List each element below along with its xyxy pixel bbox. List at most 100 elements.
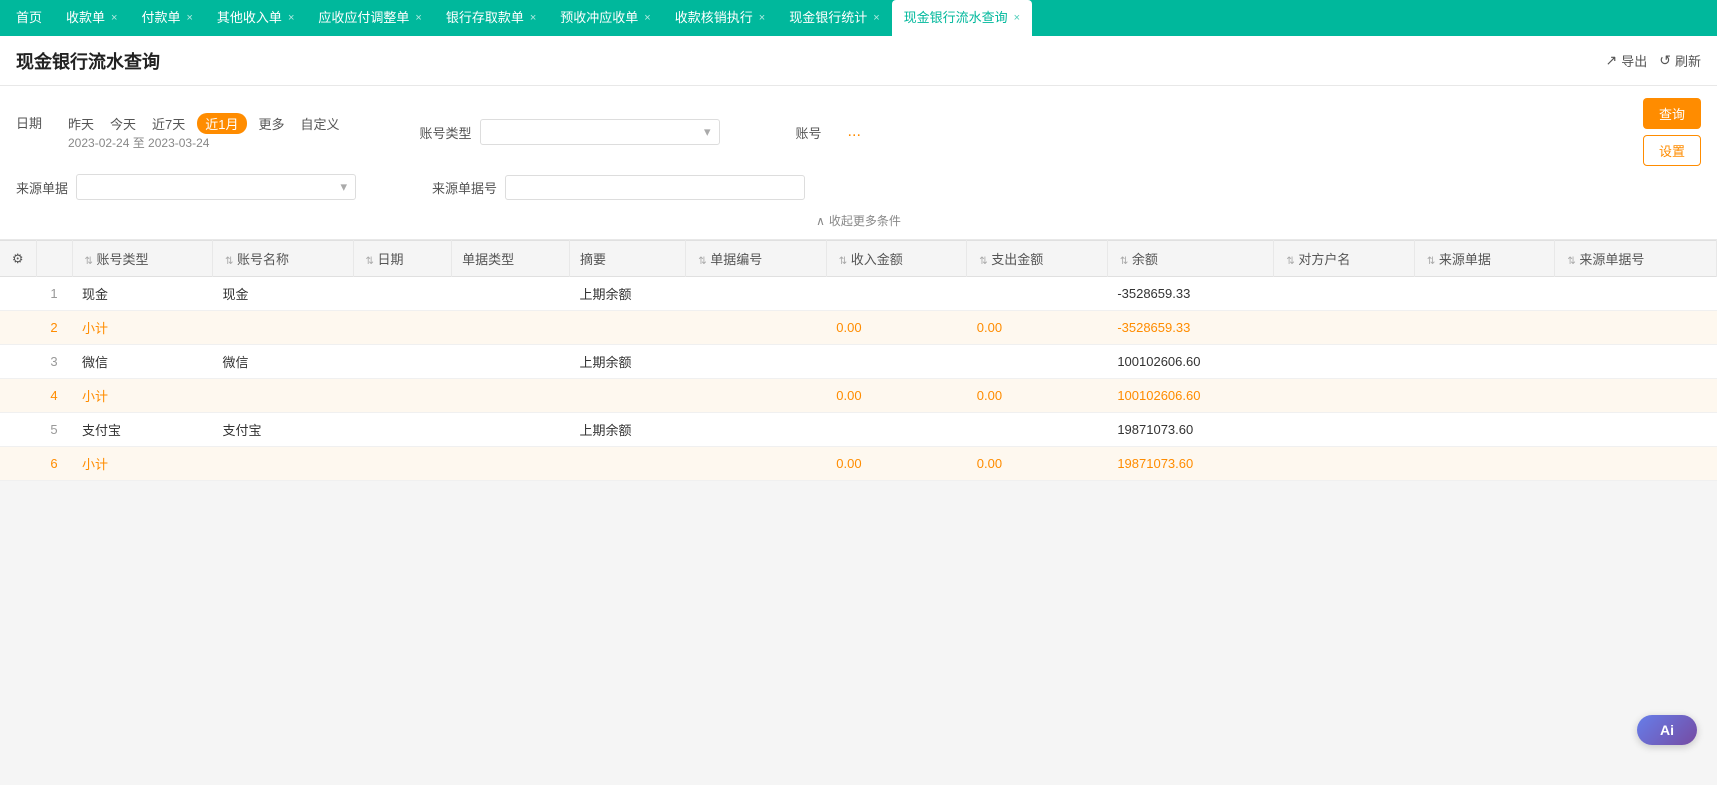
row-num: 1 — [36, 277, 72, 311]
nav-item-receipt[interactable]: 收款单 × — [54, 0, 129, 36]
nav-item-advance[interactable]: 预收冲应收单 × — [548, 0, 662, 36]
column-source-doc-no[interactable]: ⇅ 来源单据号 — [1555, 241, 1717, 277]
filter-area: 日期 昨天 今天 近7天 近1月 更多 自定义 2023-02-24 至 202… — [0, 86, 1717, 240]
date-label: 日期 — [16, 113, 56, 132]
row-doc-type — [452, 447, 570, 481]
row-expense — [967, 345, 1108, 379]
sort-icon: ⇅ — [698, 256, 706, 267]
row-balance: 19871073.60 — [1107, 413, 1274, 447]
nav-item-other-income[interactable]: 其他收入单 × — [205, 0, 306, 36]
column-num — [36, 241, 72, 277]
column-gear[interactable]: ⚙ — [0, 241, 36, 277]
column-income[interactable]: ⇅ 收入金额 — [826, 241, 967, 277]
row-income — [826, 277, 967, 311]
row-date — [353, 447, 452, 481]
nav-item-cash-flow[interactable]: 现金银行流水查询 × — [892, 0, 1032, 36]
close-icon[interactable]: × — [644, 0, 650, 36]
close-icon[interactable]: × — [1014, 0, 1020, 36]
sort-icon: ⇅ — [1286, 256, 1294, 267]
nav-item-ar-ap-adjust[interactable]: 应收应付调整单 × — [306, 0, 433, 36]
row-account-type: 小计 — [72, 447, 213, 481]
nav-item-cash-stat[interactable]: 现金银行统计 × — [777, 0, 891, 36]
column-account-type[interactable]: ⇅ 账号类型 — [72, 241, 213, 277]
column-doc-type: 单据类型 — [452, 241, 570, 277]
ai-badge[interactable]: Ai — [1637, 715, 1697, 745]
row-gear-cell — [0, 345, 36, 379]
row-counterparty — [1274, 447, 1415, 481]
account-label: 账号 — [796, 123, 836, 142]
row-source-doc — [1414, 447, 1555, 481]
row-source-doc — [1414, 311, 1555, 345]
row-expense: 0.00 — [967, 379, 1108, 413]
date-options: 昨天 今天 近7天 近1月 更多 自定义 — [64, 113, 344, 134]
collapse-bar[interactable]: ∧ 收起更多条件 — [16, 208, 1701, 231]
nav-item-home[interactable]: 首页 — [4, 0, 54, 36]
account-type-filter-group: 账号类型 ▾ — [420, 119, 720, 145]
row-counterparty — [1274, 345, 1415, 379]
row-summary: 上期余额 — [569, 345, 685, 379]
close-icon[interactable]: × — [873, 0, 879, 36]
nav-bank-deposit-label: 银行存取款单 — [446, 0, 524, 36]
date-opt-1month[interactable]: 近1月 — [197, 113, 246, 134]
nav-item-bank-deposit[interactable]: 银行存取款单 × — [434, 0, 548, 36]
table-row[interactable]: 5支付宝支付宝上期余额19871073.60 — [0, 413, 1717, 447]
row-source-doc — [1414, 379, 1555, 413]
column-doc-no[interactable]: ⇅ 单据编号 — [686, 241, 827, 277]
nav-item-collection[interactable]: 收款核销执行 × — [663, 0, 777, 36]
account-dots-button[interactable]: ... — [844, 123, 865, 141]
row-num: 4 — [36, 379, 72, 413]
row-source-doc-no — [1555, 277, 1717, 311]
export-icon: ↗ — [1606, 52, 1618, 69]
table-row[interactable]: 6小计0.000.0019871073.60 — [0, 447, 1717, 481]
source-doc-no-input[interactable] — [505, 175, 805, 200]
header-actions: ↗ 导出 ↺ 刷新 — [1606, 51, 1702, 70]
nav-item-payment[interactable]: 付款单 × — [129, 0, 204, 36]
row-gear-cell — [0, 277, 36, 311]
table-row[interactable]: 1现金现金上期余额-3528659.33 — [0, 277, 1717, 311]
column-source-doc[interactable]: ⇅ 来源单据 — [1414, 241, 1555, 277]
source-doc-select[interactable]: ▾ — [76, 174, 356, 200]
date-opt-7days[interactable]: 近7天 — [148, 113, 189, 134]
column-balance[interactable]: ⇅ 余额 — [1107, 241, 1274, 277]
export-button[interactable]: ↗ 导出 — [1606, 51, 1648, 70]
row-gear-cell — [0, 311, 36, 345]
close-icon[interactable]: × — [530, 0, 536, 36]
query-button[interactable]: 查询 — [1643, 98, 1701, 129]
date-opt-more[interactable]: 更多 — [255, 113, 289, 134]
column-expense[interactable]: ⇅ 支出金额 — [967, 241, 1108, 277]
column-counterparty[interactable]: ⇅ 对方户名 — [1274, 241, 1415, 277]
close-icon[interactable]: × — [111, 0, 117, 36]
column-account-name[interactable]: ⇅ 账号名称 — [213, 241, 354, 277]
table-row[interactable]: 4小计0.000.00100102606.60 — [0, 379, 1717, 413]
table-header: ⚙ ⇅ 账号类型 ⇅ 账号名称 ⇅ 日期 单据类型 摘要 ⇅ 单据编号 ⇅ 收入… — [0, 241, 1717, 277]
refresh-icon: ↺ — [1659, 52, 1671, 69]
row-income: 0.00 — [826, 447, 967, 481]
close-icon[interactable]: × — [186, 0, 192, 36]
row-doc-type — [452, 277, 570, 311]
table-row[interactable]: 2小计0.000.00-3528659.33 — [0, 311, 1717, 345]
row-source-doc-no — [1555, 311, 1717, 345]
close-icon[interactable]: × — [288, 0, 294, 36]
row-source-doc — [1414, 345, 1555, 379]
close-icon[interactable]: × — [759, 0, 765, 36]
refresh-button[interactable]: ↺ 刷新 — [1659, 51, 1701, 70]
row-source-doc-no — [1555, 447, 1717, 481]
table-row[interactable]: 3微信微信上期余额100102606.60 — [0, 345, 1717, 379]
sort-icon: ⇅ — [1120, 256, 1128, 267]
account-type-select[interactable]: ▾ — [480, 119, 720, 145]
row-balance: 100102606.60 — [1107, 379, 1274, 413]
close-icon[interactable]: × — [415, 0, 421, 36]
date-opt-yesterday[interactable]: 昨天 — [64, 113, 98, 134]
row-income — [826, 345, 967, 379]
nav-cash-flow-label: 现金银行流水查询 — [904, 0, 1008, 36]
nav-advance-label: 预收冲应收单 — [560, 0, 638, 36]
date-options-container: 昨天 今天 近7天 近1月 更多 自定义 2023-02-24 至 2023-0… — [64, 113, 344, 151]
date-filter-group: 日期 昨天 今天 近7天 近1月 更多 自定义 2023-02-24 至 202… — [16, 113, 344, 151]
row-gear-cell — [0, 447, 36, 481]
date-opt-custom[interactable]: 自定义 — [297, 113, 344, 134]
column-date[interactable]: ⇅ 日期 — [353, 241, 452, 277]
date-opt-today[interactable]: 今天 — [106, 113, 140, 134]
source-doc-no-label: 来源单据号 — [432, 178, 497, 197]
row-account-type: 支付宝 — [72, 413, 213, 447]
settings-button[interactable]: 设置 — [1643, 135, 1701, 166]
